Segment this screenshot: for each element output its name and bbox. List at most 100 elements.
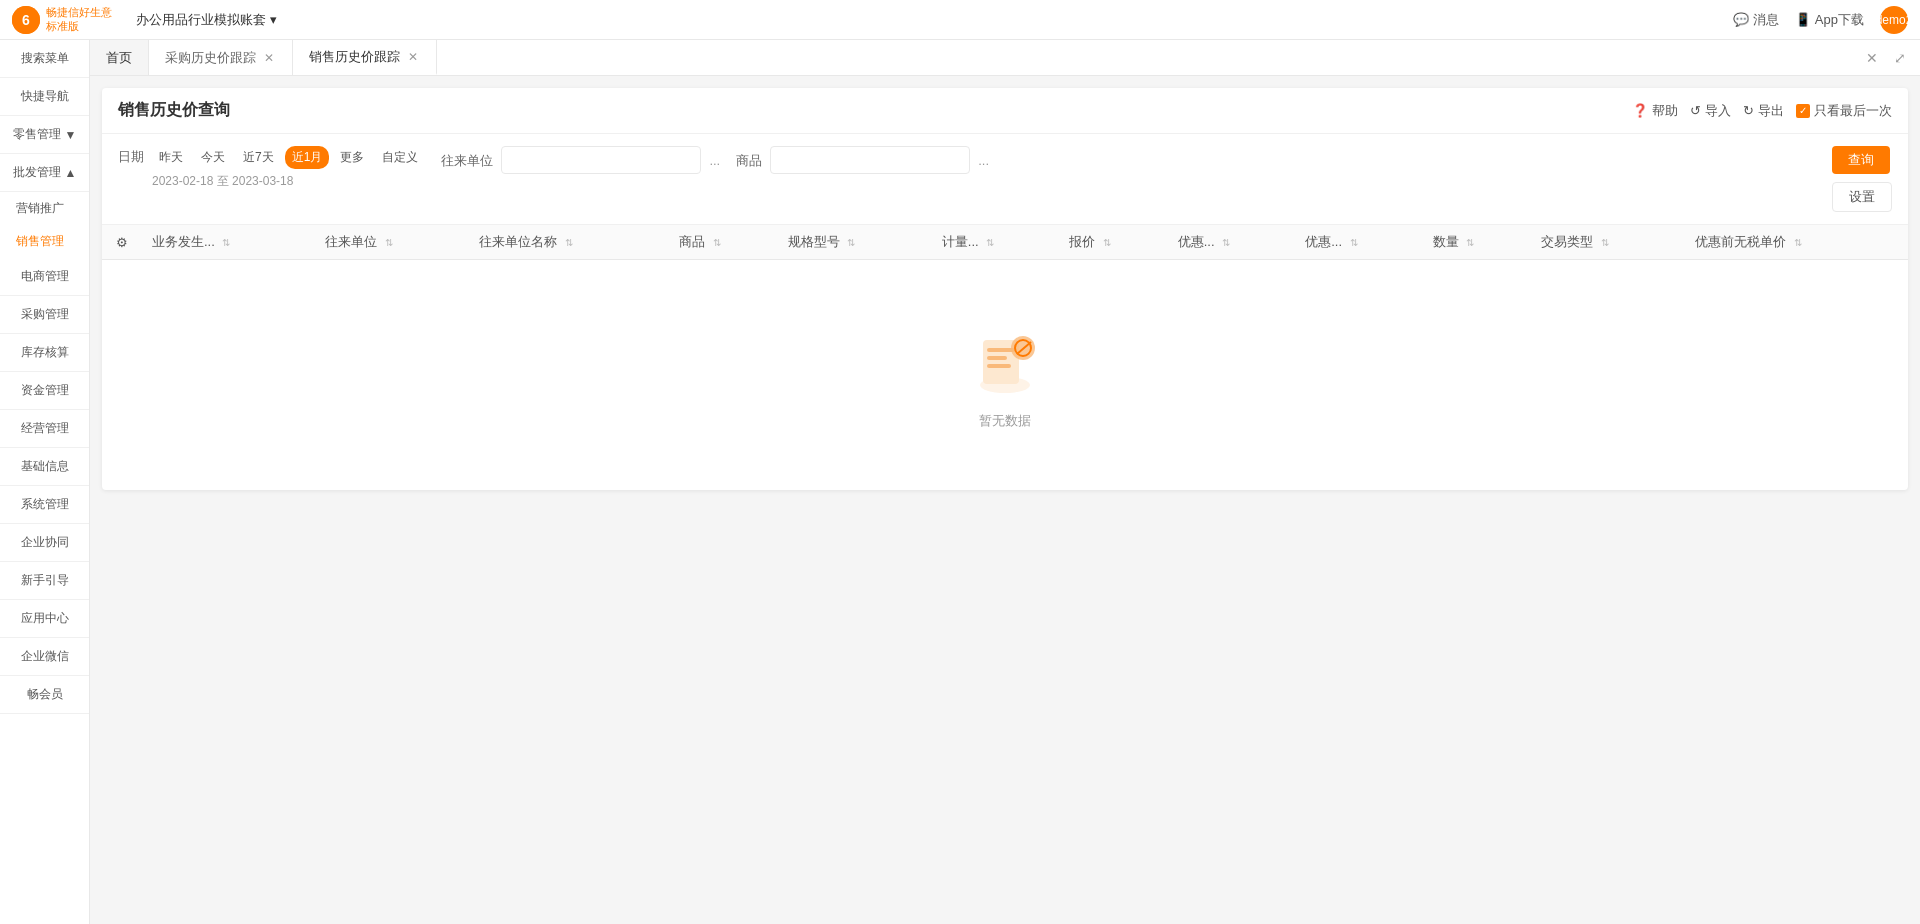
download-icon: 📱 xyxy=(1795,12,1811,27)
th-gear[interactable]: ⚙ xyxy=(102,225,142,260)
user-action[interactable]: demo2 xyxy=(1880,6,1908,34)
th-biz-date[interactable]: 业务发生... ⇅ xyxy=(142,225,315,260)
sort-icon-trade-type: ⇅ xyxy=(1601,237,1609,248)
goods-dots: ... xyxy=(978,153,989,168)
import-action[interactable]: ↺ 导入 xyxy=(1690,102,1731,120)
chevron-up-icon: ▲ xyxy=(65,166,77,180)
sort-icon-discount2: ⇅ xyxy=(1350,237,1358,248)
date-btn-custom[interactable]: 自定义 xyxy=(375,146,425,169)
maximize-btn[interactable]: ⤢ xyxy=(1888,46,1912,70)
sort-icon-quantity: ⇅ xyxy=(1466,237,1474,248)
tab-close-purchase[interactable]: ✕ xyxy=(262,50,276,66)
sidebar-item-ecommerce[interactable]: 电商管理 xyxy=(0,258,89,296)
svg-text:6: 6 xyxy=(22,12,30,28)
sort-icon-unit-name: ⇅ xyxy=(565,237,573,248)
top-right-actions: 💬 消息 📱 App下载 demo2 xyxy=(1733,6,1908,34)
help-icon: ❓ xyxy=(1632,103,1648,118)
sort-icon-discount1: ⇅ xyxy=(1222,237,1230,248)
logo-icon: 6 xyxy=(12,6,40,34)
date-btn-more[interactable]: 更多 xyxy=(333,146,371,169)
tab-purchase-history[interactable]: 采购历史价跟踪 ✕ xyxy=(149,40,293,75)
filter-row: 日期 昨天 今天 近7天 近1月 更多 自定义 2023-02-18 至 202… xyxy=(102,134,1908,225)
table-container: ⚙ 业务发生... ⇅ 往来单位 ⇅ 往来单位名称 xyxy=(102,225,1908,490)
sort-icon-price: ⇅ xyxy=(1103,237,1111,248)
page-content: 销售历史价查询 ❓ 帮助 ↺ 导入 ↻ 导出 xyxy=(90,76,1920,924)
sidebar-item-enterprise[interactable]: 企业协同 xyxy=(0,524,89,562)
sidebar-item-purchase[interactable]: 采购管理 xyxy=(0,296,89,334)
empty-state: 暂无数据 xyxy=(102,260,1908,490)
date-btn-1month[interactable]: 近1月 xyxy=(285,146,330,169)
close-tab-btn[interactable]: ✕ xyxy=(1860,46,1884,70)
avatar: demo2 xyxy=(1880,6,1908,34)
svg-rect-5 xyxy=(987,356,1007,360)
date-buttons: 昨天 今天 近7天 近1月 更多 自定义 xyxy=(152,146,425,169)
th-discount1[interactable]: 优惠... ⇅ xyxy=(1168,225,1295,260)
sort-icon-unit-code: ⇅ xyxy=(385,237,393,248)
th-trade-type[interactable]: 交易类型 ⇅ xyxy=(1531,225,1685,260)
sidebar-item-inventory[interactable]: 库存核算 xyxy=(0,334,89,372)
sidebar-item-retail[interactable]: 零售管理 ▼ xyxy=(0,116,89,154)
th-discount2[interactable]: 优惠... ⇅ xyxy=(1295,225,1422,260)
empty-icon xyxy=(965,320,1045,400)
filter-actions: 查询 设置 xyxy=(1832,146,1892,212)
logo-text: 畅捷信好生意 标准版 xyxy=(46,6,112,32)
page-header-actions: ❓ 帮助 ↺ 导入 ↻ 导出 ✓ 只看最后一次 xyxy=(1632,102,1892,120)
from-unit-dots: ... xyxy=(709,153,720,168)
sidebar-item-operations[interactable]: 经营管理 xyxy=(0,410,89,448)
from-unit-filter-group: 往来单位 ... xyxy=(441,146,720,174)
app-download-action[interactable]: 📱 App下载 xyxy=(1795,11,1864,29)
app-selector[interactable]: 办公用品行业模拟账套 ▾ xyxy=(128,7,285,33)
sidebar-item-corpwechat[interactable]: 企业微信 xyxy=(0,638,89,676)
date-btn-7days[interactable]: 近7天 xyxy=(236,146,281,169)
th-quantity[interactable]: 数量 ⇅ xyxy=(1423,225,1531,260)
sidebar-item-appcenter[interactable]: 应用中心 xyxy=(0,600,89,638)
sort-icon-tax-price: ⇅ xyxy=(1794,237,1802,248)
data-table: ⚙ 业务发生... ⇅ 往来单位 ⇅ 往来单位名称 xyxy=(102,225,1908,260)
page-header: 销售历史价查询 ❓ 帮助 ↺ 导入 ↻ 导出 xyxy=(102,88,1908,134)
tab-actions: ✕ ⤢ xyxy=(1860,40,1920,75)
svg-rect-4 xyxy=(987,348,1015,352)
top-header: 6 畅捷信好生意 标准版 办公用品行业模拟账套 ▾ 💬 消息 📱 App下载 d… xyxy=(0,0,1920,40)
th-price[interactable]: 报价 ⇅ xyxy=(1059,225,1167,260)
goods-input[interactable] xyxy=(770,146,970,174)
chevron-down-icon: ▾ xyxy=(270,12,277,27)
content-area: 首页 采购历史价跟踪 ✕ 销售历史价跟踪 ✕ ✕ ⤢ 销售历史价查询 xyxy=(90,40,1920,924)
sidebar-item-sales[interactable]: 销售管理 xyxy=(0,225,89,258)
chevron-down-icon: ▼ xyxy=(65,128,77,142)
only-last-checkbox-label[interactable]: ✓ 只看最后一次 xyxy=(1796,102,1892,120)
date-filter-group: 日期 昨天 今天 近7天 近1月 更多 自定义 2023-02-18 至 202… xyxy=(118,146,425,190)
date-btn-today[interactable]: 今天 xyxy=(194,146,232,169)
message-action[interactable]: 💬 消息 xyxy=(1733,11,1779,29)
export-action[interactable]: ↻ 导出 xyxy=(1743,102,1784,120)
settings-button[interactable]: 设置 xyxy=(1832,182,1892,212)
goods-label: 商品 xyxy=(736,150,762,170)
tab-close-sales[interactable]: ✕ xyxy=(406,49,420,65)
logo-area: 6 畅捷信好生意 标准版 xyxy=(12,6,112,34)
from-unit-input[interactable] xyxy=(501,146,701,174)
sidebar-item-guide[interactable]: 新手引导 xyxy=(0,562,89,600)
tab-bar: 首页 采购历史价跟踪 ✕ 销售历史价跟踪 ✕ ✕ ⤢ xyxy=(90,40,1920,76)
sidebar-item-search[interactable]: 搜索菜单 xyxy=(0,40,89,78)
help-action[interactable]: ❓ 帮助 xyxy=(1632,102,1678,120)
th-tax-price[interactable]: 优惠前无税单价 ⇅ xyxy=(1685,225,1908,260)
sidebar-item-basic[interactable]: 基础信息 xyxy=(0,448,89,486)
sidebar-item-system[interactable]: 系统管理 xyxy=(0,486,89,524)
sidebar-item-finance[interactable]: 资金管理 xyxy=(0,372,89,410)
th-unit-code[interactable]: 往来单位 ⇅ xyxy=(315,225,469,260)
sidebar-item-shortcut[interactable]: 快捷导航 xyxy=(0,78,89,116)
th-spec[interactable]: 规格型号 ⇅ xyxy=(778,225,932,260)
tab-home[interactable]: 首页 xyxy=(90,40,149,75)
page-card: 销售历史价查询 ❓ 帮助 ↺ 导入 ↻ 导出 xyxy=(102,88,1908,490)
th-unit[interactable]: 计量... ⇅ xyxy=(932,225,1059,260)
sort-icon-spec: ⇅ xyxy=(847,237,855,248)
date-btn-yesterday[interactable]: 昨天 xyxy=(152,146,190,169)
th-goods[interactable]: 商品 ⇅ xyxy=(669,225,777,260)
date-label: 日期 xyxy=(118,146,144,166)
sidebar-item-vip[interactable]: 畅会员 xyxy=(0,676,89,714)
query-button[interactable]: 查询 xyxy=(1832,146,1890,174)
sidebar-item-marketing[interactable]: 营销推广 xyxy=(0,192,89,225)
tab-sales-history[interactable]: 销售历史价跟踪 ✕ xyxy=(293,40,437,75)
from-unit-label: 往来单位 xyxy=(441,150,493,170)
sidebar-item-wholesale[interactable]: 批发管理 ▲ xyxy=(0,154,89,192)
th-unit-name[interactable]: 往来单位名称 ⇅ xyxy=(469,225,669,260)
